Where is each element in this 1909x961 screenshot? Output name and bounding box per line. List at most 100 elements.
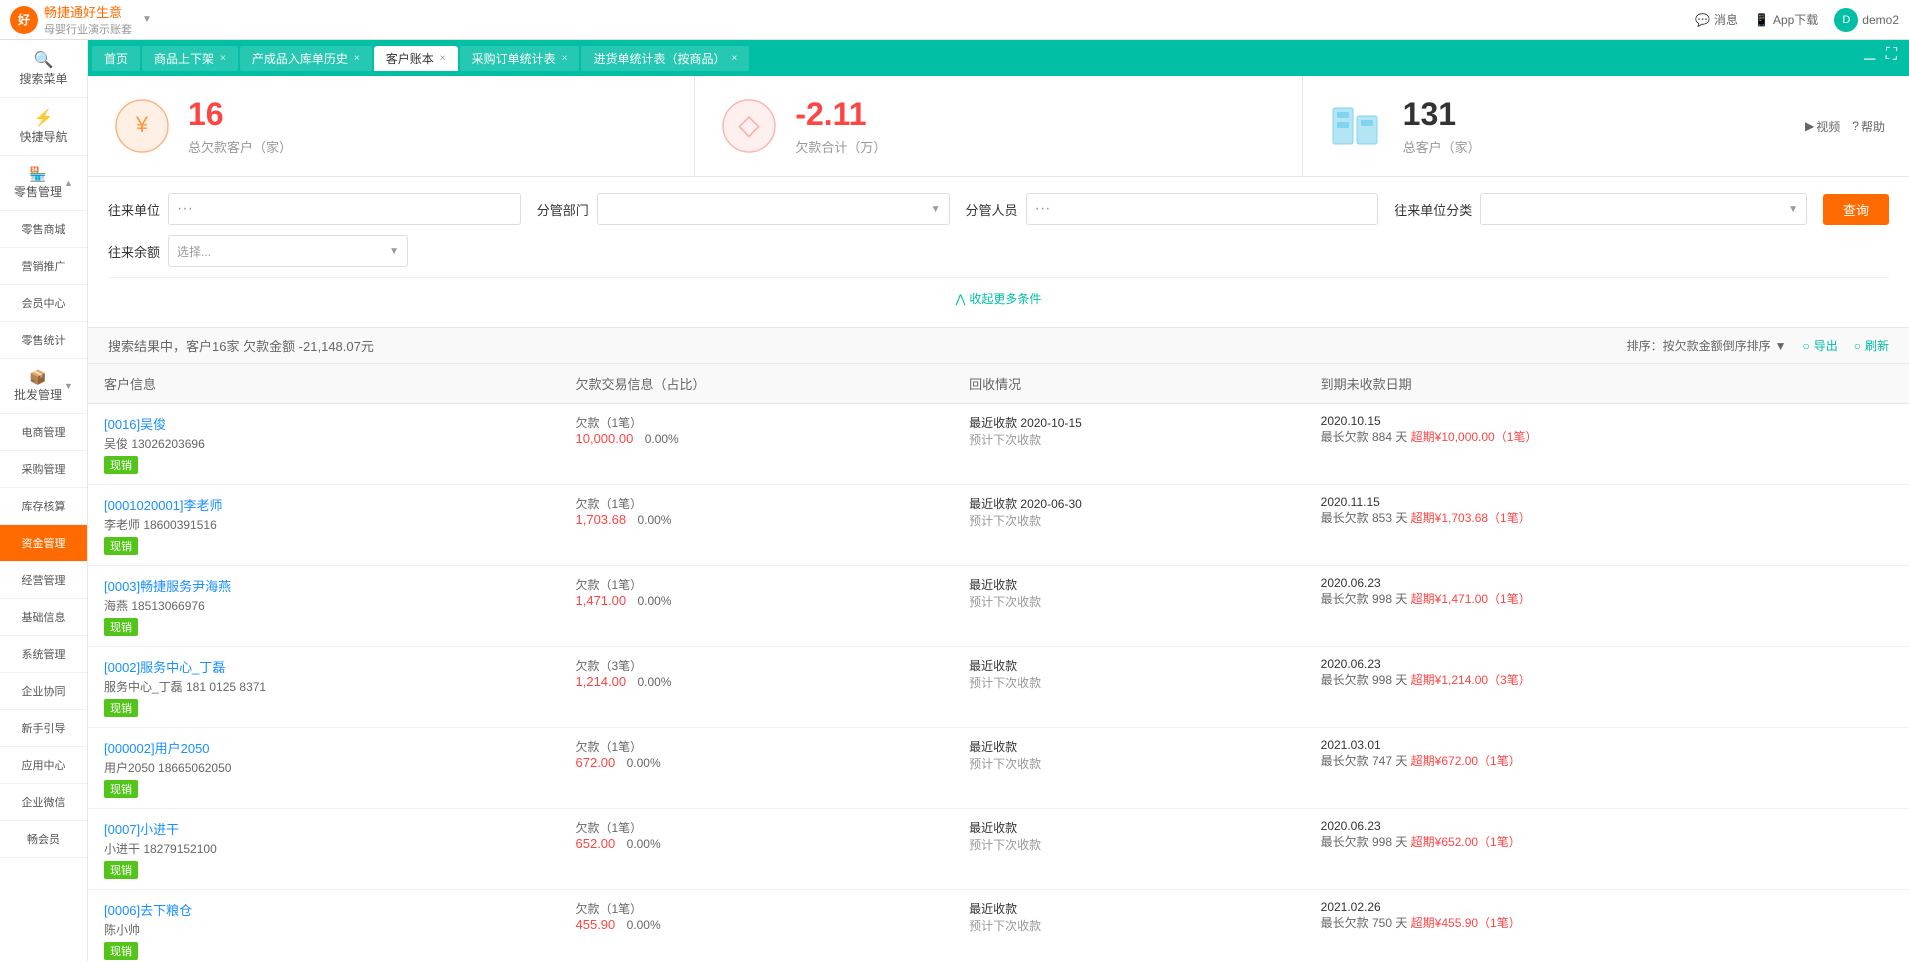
next-collect-1: 预计下次收款 [969, 512, 1289, 529]
debt-amount-6[interactable]: 455.90 [576, 917, 616, 932]
sidebar-item-corp-wx[interactable]: 企业微信 [0, 784, 87, 821]
tabs-bar: 首页 商品上下架 × 产成品入库单历史 × 客户账本 × 采购订单统计表 × 进… [88, 40, 1909, 76]
filter-area: 往来单位 ··· 分管部门 ▼ 分管人员 [88, 177, 1909, 328]
tab-production-history[interactable]: 产成品入库单历史 × [240, 46, 372, 71]
customer-tag-3: 现销 [104, 699, 138, 717]
refresh-btn[interactable]: ○ 刷新 [1854, 337, 1889, 354]
message-btn[interactable]: 💬 消息 [1695, 11, 1738, 28]
source-unit-label: 往来单位 [108, 200, 160, 219]
balance-arrow-icon: ▼ [389, 246, 399, 257]
overdue-days-1: 最长欠款 853 天 超期¥1,703.68（1笔） [1321, 509, 1893, 526]
sidebar-item-ecommerce[interactable]: 电商管理 [0, 414, 87, 451]
sidebar-item-inventory[interactable]: 库存核算 [0, 488, 87, 525]
sidebar-item-retail-stats[interactable]: 零售统计 [0, 322, 87, 359]
overdue-amount-1[interactable]: 超期¥1,703.68（1笔） [1411, 511, 1531, 525]
tabs-min-icon[interactable]: － [1862, 46, 1878, 70]
col-recovery: 回收情况 [953, 364, 1305, 404]
debt-count-1: 欠款（1笔） [576, 495, 938, 512]
app-download-btn[interactable]: 📱 App下载 [1754, 11, 1818, 28]
sidebar-item-newbie[interactable]: 新手引导 [0, 710, 87, 747]
sidebar-item-app-center[interactable]: 应用中心 [0, 747, 87, 784]
tab-close-products[interactable]: × [220, 53, 226, 64]
help-icon: ? [1852, 119, 1859, 133]
debt-amount-0[interactable]: 10,000.00 [576, 431, 634, 446]
debt-count-0: 欠款（1笔） [576, 414, 938, 431]
customer-name-4[interactable]: [000002]用户2050 [104, 738, 544, 757]
overdue-amount-6[interactable]: 超期¥455.90（1笔） [1411, 916, 1521, 930]
sidebar-item-operation[interactable]: 经营管理 [0, 562, 87, 599]
sidebar-item-search[interactable]: 🔍 搜索菜单 [0, 40, 87, 98]
sidebar-item-vip-member[interactable]: 畅会员 [0, 821, 87, 858]
sort-selector[interactable]: 排序：按欠款金额倒序排序 ▼ [1627, 337, 1787, 354]
tabs-actions: － ⛶ [1854, 46, 1905, 70]
table-row: [0001020001]李老师 李老师 18600391516 现销 欠款（1笔… [88, 485, 1909, 566]
search-button[interactable]: 查询 [1823, 194, 1889, 225]
overdue-amount-3[interactable]: 超期¥1,214.00（3笔） [1411, 673, 1531, 687]
person-input[interactable]: ··· [1026, 193, 1379, 225]
sidebar-item-marketing[interactable]: 营销推广 [0, 248, 87, 285]
customer-name-2[interactable]: [0003]畅捷服务尹海燕 [104, 576, 544, 595]
col-due-date: 到期未收款日期 [1305, 364, 1909, 404]
overdue-amount-5[interactable]: 超期¥652.00（1笔） [1411, 835, 1521, 849]
cell-debt-4: 欠款（1笔） 672.00 0.00% [560, 728, 954, 809]
last-collect-4: 最近收款 [969, 738, 1289, 755]
svg-text:¥: ¥ [135, 112, 149, 137]
cell-recovery-4: 最近收款 预计下次收款 [953, 728, 1305, 809]
debt-pct-0: 0.00% [645, 432, 679, 446]
debt-amount-4[interactable]: 672.00 [576, 755, 616, 770]
overdue-amount-4[interactable]: 超期¥672.00（1笔） [1411, 754, 1521, 768]
tab-customer-account[interactable]: 客户账本 × [374, 46, 458, 71]
overdue-amount-2[interactable]: 超期¥1,471.00（1笔） [1411, 592, 1531, 606]
sidebar-item-retail-mall[interactable]: 零售商城 [0, 211, 87, 248]
sidebar-item-finance[interactable]: 资金管理 [0, 525, 87, 562]
sidebar-item-basic-info[interactable]: 基础信息 [0, 599, 87, 636]
collapse-btn[interactable]: ⋀ 收起更多条件 [108, 286, 1889, 311]
tab-close-inventory[interactable]: × [731, 53, 737, 64]
dept-label: 分管部门 [537, 200, 589, 219]
sidebar-item-purchase[interactable]: 采购管理 [0, 451, 87, 488]
dept-select[interactable]: ▼ [597, 193, 950, 225]
debt-amount-2[interactable]: 1,471.00 [576, 593, 627, 608]
unit-category-select[interactable]: ▼ [1480, 193, 1807, 225]
balance-select[interactable]: 选择... ▼ [168, 235, 408, 267]
debt-pct-6: 0.00% [627, 918, 661, 932]
debt-amount-5[interactable]: 652.00 [576, 836, 616, 851]
customer-name-6[interactable]: [0006]去下粮仓 [104, 900, 544, 919]
sidebar-item-batch-mgmt[interactable]: 📦 批发管理 ▼ [0, 359, 87, 414]
help-btn[interactable]: ? 帮助 [1852, 118, 1885, 135]
sidebar-item-enterprise[interactable]: 企业协同 [0, 673, 87, 710]
overdue-amount-0[interactable]: 超期¥10,000.00（1笔） [1411, 430, 1538, 444]
cell-customer-1: [0001020001]李老师 李老师 18600391516 现销 [88, 485, 560, 566]
debt-amount-3[interactable]: 1,214.00 [576, 674, 627, 689]
sidebar-item-system[interactable]: 系统管理 [0, 636, 87, 673]
tab-products[interactable]: 商品上下架 × [142, 46, 238, 71]
debt-pct-3: 0.00% [637, 675, 671, 689]
col-customer-info: 客户信息 [88, 364, 560, 404]
tab-purchase-order[interactable]: 采购订单统计表 × [460, 46, 580, 71]
tab-inventory-stats[interactable]: 进货单统计表（按商品） × [581, 46, 749, 71]
tab-home[interactable]: 首页 [92, 46, 140, 71]
customer-phone-6: 陈小帅 [104, 921, 544, 938]
tabs-max-icon[interactable]: ⛶ [1886, 46, 1897, 70]
sidebar-item-quick-nav[interactable]: ⚡ 快捷导航 [0, 98, 87, 156]
customer-name-0[interactable]: [0016]吴俊 [104, 414, 544, 433]
customer-name-3[interactable]: [0002]服务中心_丁磊 [104, 657, 544, 676]
customer-name-1[interactable]: [0001020001]李老师 [104, 495, 544, 514]
tab-close-purchase[interactable]: × [562, 53, 568, 64]
sidebar-item-member[interactable]: 会员中心 [0, 285, 87, 322]
user-avatar[interactable]: D demo2 [1834, 8, 1899, 32]
collapse-icon: ⋀ [956, 292, 966, 306]
tab-close-customer[interactable]: × [440, 53, 446, 64]
overdue-days-3: 最长欠款 998 天 超期¥1,214.00（3笔） [1321, 671, 1893, 688]
source-unit-input[interactable]: ··· [168, 193, 521, 225]
filter-unit-category: 往来单位分类 ▼ [1394, 193, 1807, 225]
export-btn[interactable]: ○ 导出 [1802, 337, 1837, 354]
debt-amount-1[interactable]: 1,703.68 [576, 512, 627, 527]
video-btn[interactable]: ▶ 视频 [1805, 118, 1840, 135]
cell-customer-4: [000002]用户2050 用户2050 18665062050 现销 [88, 728, 560, 809]
tab-close-production[interactable]: × [354, 53, 360, 64]
cell-customer-2: [0003]畅捷服务尹海燕 海燕 18513066976 现销 [88, 566, 560, 647]
due-date-1: 2020.11.15 [1321, 495, 1893, 509]
sidebar-item-retail-mgmt[interactable]: 🏪 零售管理 ▲ [0, 156, 87, 211]
customer-name-5[interactable]: [0007]小进干 [104, 819, 544, 838]
